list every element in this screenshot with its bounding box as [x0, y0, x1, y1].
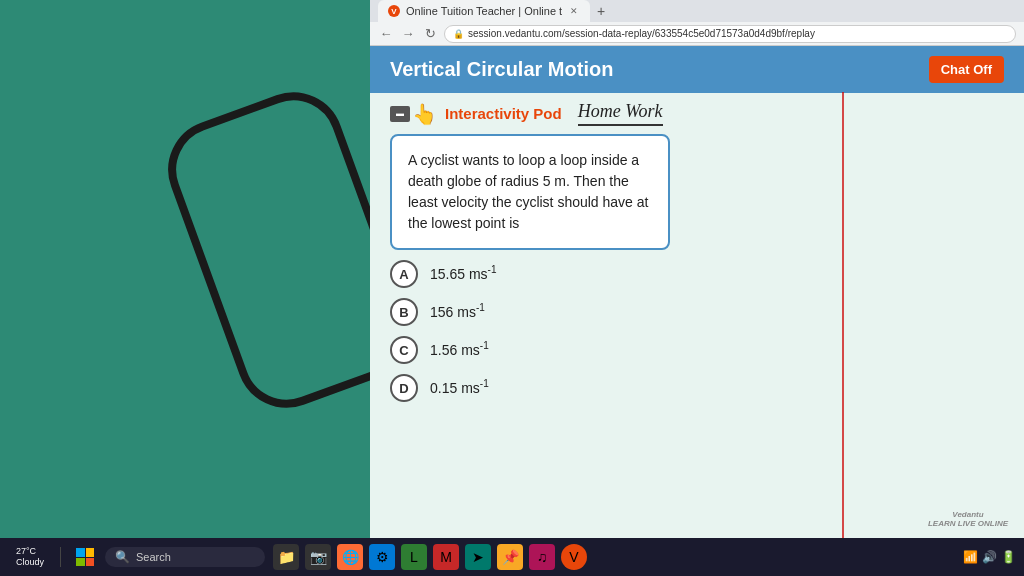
weather-temp: 27°C — [16, 546, 44, 557]
windows-start-button[interactable] — [69, 541, 101, 573]
taskbar-icon-explorer[interactable]: 📁 — [273, 544, 299, 570]
browser-chrome: V Online Tuition Teacher | Online t ✕ + … — [370, 0, 1024, 46]
search-icon: 🔍 — [115, 550, 130, 564]
search-bar[interactable]: 🔍 Search — [105, 547, 265, 567]
url-bar[interactable]: 🔒 session.vedantu.com/session-data-repla… — [444, 25, 1016, 43]
option-c-text: 1.56 ms-1 — [430, 342, 489, 358]
page-title: Vertical Circular Motion — [390, 58, 613, 81]
weather-condition: Cloudy — [16, 557, 44, 568]
tray-battery-icon: 🔋 — [1001, 550, 1016, 564]
question-box: A cyclist wants to loop a loop inside a … — [390, 134, 670, 250]
taskbar-icon-settings[interactable]: ⚙ — [369, 544, 395, 570]
weather-info: 27°C Cloudy — [8, 546, 52, 568]
option-b-circle: B — [390, 298, 418, 326]
tray-volume-icon: 🔊 — [982, 550, 997, 564]
option-d-circle: D — [390, 374, 418, 402]
interactivity-pod-label: Interactivity Pod — [445, 105, 562, 122]
option-a-row[interactable]: A 15.65 ms-1 — [390, 260, 1004, 288]
pod-hand-icon: 👆 — [412, 102, 437, 126]
homework-area: Home Work — [570, 101, 663, 126]
red-line-decoration — [842, 92, 844, 538]
option-c-circle: C — [390, 336, 418, 364]
tab-favicon: V — [388, 5, 400, 17]
tray-network-icon: 📶 — [963, 550, 978, 564]
system-tray: 📶 🔊 🔋 — [963, 550, 1016, 564]
taskbar-icon-app5[interactable]: ♫ — [529, 544, 555, 570]
new-tab-button[interactable]: + — [590, 0, 612, 22]
option-a-text: 15.65 ms-1 — [430, 266, 497, 282]
address-bar: ← → ↻ 🔒 session.vedantu.com/session-data… — [370, 22, 1024, 45]
taskbar-icon-edge[interactable]: 🌐 — [337, 544, 363, 570]
active-tab[interactable]: V Online Tuition Teacher | Online t ✕ — [378, 0, 590, 22]
search-placeholder: Search — [136, 551, 171, 563]
tab-close-button[interactable]: ✕ — [568, 5, 580, 17]
option-b-text: 156 ms-1 — [430, 304, 485, 320]
homework-text: Home Work — [578, 101, 663, 126]
pod-icons: ▬ 👆 — [390, 102, 437, 126]
question-text: A cyclist wants to loop a loop inside a … — [408, 152, 648, 231]
url-text: session.vedantu.com/session-data-replay/… — [468, 28, 815, 39]
lock-icon: 🔒 — [453, 29, 464, 39]
forward-button[interactable]: → — [400, 26, 416, 42]
taskbar-icon-app3[interactable]: ➤ — [465, 544, 491, 570]
taskbar-icon-app4[interactable]: 📌 — [497, 544, 523, 570]
taskbar-separator-1 — [60, 547, 61, 567]
option-d-row[interactable]: D 0.15 ms-1 — [390, 374, 1004, 402]
interactivity-pod: ▬ 👆 Interactivity Pod Home Work — [370, 93, 1024, 134]
back-button[interactable]: ← — [378, 26, 394, 42]
taskbar-icon-vedantu[interactable]: V — [561, 544, 587, 570]
option-d-text: 0.15 ms-1 — [430, 380, 489, 396]
taskbar-icon-app1[interactable]: L — [401, 544, 427, 570]
windows-logo — [76, 548, 94, 566]
content-area: Vertical Circular Motion Chat Off ▬ 👆 In… — [370, 46, 1024, 538]
reload-button[interactable]: ↻ — [422, 26, 438, 42]
options-container: A 15.65 ms-1 B 156 ms-1 C 1.56 ms-1 D 0.… — [370, 260, 1024, 402]
taskbar-icon-app2[interactable]: M — [433, 544, 459, 570]
vedantu-logo: Vedantu LEARN LIVE ONLINE — [928, 510, 1008, 528]
page-header: Vertical Circular Motion Chat Off — [370, 46, 1024, 93]
taskbar-icons: 📁 📷 🌐 ⚙ L M ➤ 📌 ♫ V — [273, 544, 587, 570]
option-c-row[interactable]: C 1.56 ms-1 — [390, 336, 1004, 364]
taskbar-icon-camera[interactable]: 📷 — [305, 544, 331, 570]
chat-off-button[interactable]: Chat Off — [929, 56, 1004, 83]
option-a-circle: A — [390, 260, 418, 288]
option-b-row[interactable]: B 156 ms-1 — [390, 298, 1004, 326]
tab-label: Online Tuition Teacher | Online t — [406, 5, 562, 17]
taskbar: 27°C Cloudy 🔍 Search 📁 📷 🌐 ⚙ L M ➤ 📌 ♫ V… — [0, 538, 1024, 576]
tab-bar: V Online Tuition Teacher | Online t ✕ + — [370, 0, 1024, 22]
pod-screen-icon: ▬ — [390, 106, 410, 122]
